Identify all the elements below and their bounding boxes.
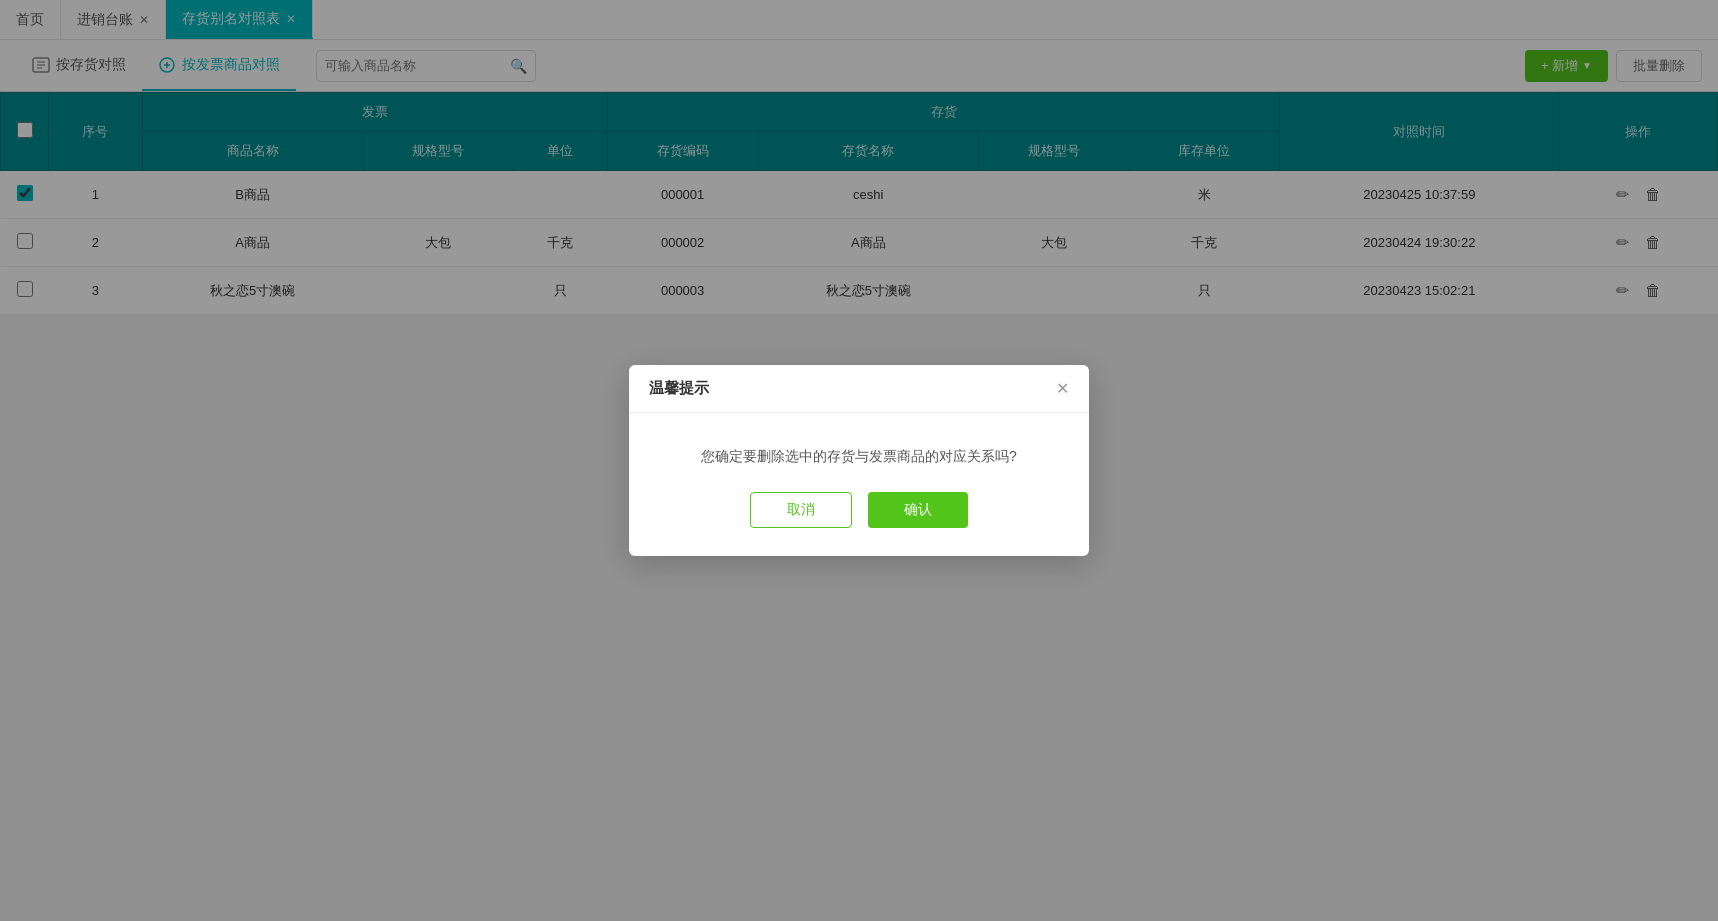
dialog-overlay: 温馨提示 ✕ 您确定要删除选中的存货与发票商品的对应关系吗? 取消 确认 [0, 0, 1718, 315]
